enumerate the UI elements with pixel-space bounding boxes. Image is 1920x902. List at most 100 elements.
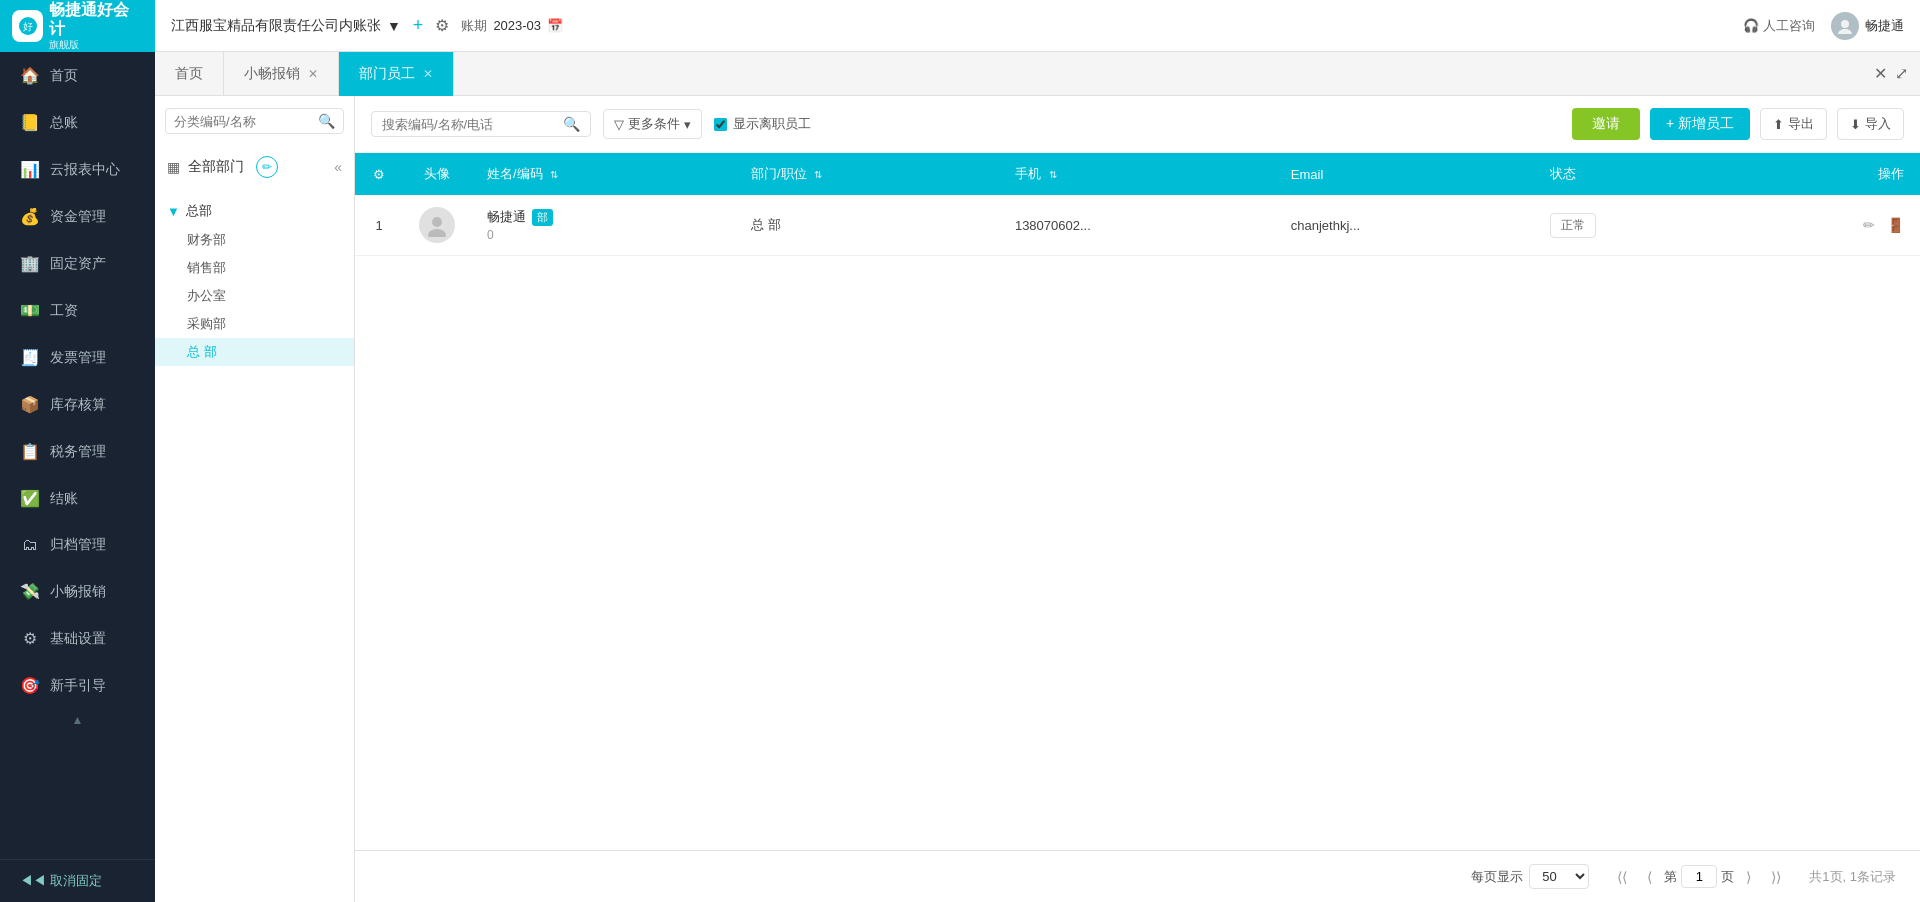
logout-icon[interactable]: 🚪 [1887, 217, 1904, 233]
sidebar-item-ledger-label: 总账 [50, 114, 78, 132]
guide-icon: 🎯 [20, 676, 40, 695]
inventory-icon: 📦 [20, 395, 40, 414]
logo-icon: 好 [12, 10, 43, 42]
main: 江西服宝精品有限责任公司内账张 ▼ + ⚙ 账期 2023-03 📅 🎧 人工咨… [155, 0, 1920, 902]
support-button[interactable]: 🎧 人工咨询 [1743, 17, 1815, 35]
phone-sort-icon: ⇅ [1049, 169, 1057, 180]
sidebar-item-expense-label: 小畅报销 [50, 583, 106, 601]
first-page-button[interactable]: ⟨⟨ [1609, 866, 1635, 888]
action-icons: ✏ 🚪 [1749, 217, 1904, 233]
sidebar-item-assets[interactable]: 🏢 固定资产 [0, 240, 155, 287]
dept-search-box[interactable]: 🔍 [165, 108, 344, 134]
sidebar-item-payroll[interactable]: 💵 工资 [0, 287, 155, 334]
col-gear[interactable]: ⚙ [355, 153, 403, 195]
employee-search-input[interactable] [382, 117, 557, 132]
employee-code: 0 [487, 228, 719, 242]
expense-icon: 💸 [20, 582, 40, 601]
sidebar-item-funds[interactable]: 💰 资金管理 [0, 193, 155, 240]
employee-name: 畅捷通 部 [487, 208, 719, 226]
invite-button[interactable]: 邀请 [1572, 108, 1640, 140]
last-page-button[interactable]: ⟩⟩ [1763, 866, 1789, 888]
company-name: 江西服宝精品有限责任公司内账张 [171, 17, 381, 35]
tab-employee-close[interactable]: ✕ [423, 67, 433, 81]
grid-icon: ▦ [167, 159, 180, 175]
sidebar-item-settlement[interactable]: ✅ 结账 [0, 475, 155, 522]
show-resigned-checkbox[interactable]: 显示离职员工 [714, 115, 811, 133]
tabs-close-button[interactable]: ✕ [1874, 64, 1887, 83]
dept-child-finance[interactable]: 财务部 [155, 226, 354, 254]
dept-child-purchase[interactable]: 采购部 [155, 310, 354, 338]
topbar-settings-icon[interactable]: ⚙ [435, 16, 449, 35]
per-page-select[interactable]: 10 20 50 100 [1529, 864, 1589, 889]
page-input[interactable] [1681, 865, 1717, 888]
filter-button[interactable]: ▽ 更多条件 ▾ [603, 109, 702, 139]
sidebar-item-home[interactable]: 🏠 首页 [0, 52, 155, 99]
col-status: 状态 [1534, 153, 1733, 195]
sidebar-item-settings[interactable]: ⚙ 基础设置 [0, 615, 155, 662]
employee-table: ⚙ 头像 姓名/编码 ⇅ 部门/职位 ⇅ [355, 153, 1920, 256]
page-total: 共1页, 1条记录 [1809, 868, 1896, 886]
add-company-button[interactable]: + [413, 15, 424, 36]
dept-child-sales[interactable]: 销售部 [155, 254, 354, 282]
dept-collapse-icon[interactable]: « [334, 159, 342, 175]
col-dept[interactable]: 部门/职位 ⇅ [735, 153, 999, 195]
export-button[interactable]: ⬆ 导出 [1760, 108, 1827, 140]
name-sort-icon: ⇅ [550, 169, 558, 180]
sidebar-item-settlement-label: 结账 [50, 490, 78, 508]
tab-employee[interactable]: 部门员工 ✕ [339, 52, 454, 96]
dept-edit-icon[interactable]: ✏ [256, 156, 278, 178]
row-dept: 总 部 [735, 195, 999, 256]
import-button[interactable]: ⬇ 导入 [1837, 108, 1904, 140]
logo-trial: 旗舰版 [49, 38, 143, 52]
sidebar-item-expense[interactable]: 💸 小畅报销 [0, 568, 155, 615]
dept-search-icon: 🔍 [318, 113, 335, 129]
invoice-icon: 🧾 [20, 348, 40, 367]
employee-search-icon[interactable]: 🔍 [563, 116, 580, 132]
prev-page-button[interactable]: ⟨ [1639, 866, 1660, 888]
username: 畅捷通 [1865, 17, 1904, 35]
dept-child-office[interactable]: 办公室 [155, 282, 354, 310]
cancel-fixed-label: ◀◀ 取消固定 [20, 872, 102, 890]
tab-home-label: 首页 [175, 65, 203, 83]
sidebar-item-ledger[interactable]: 📒 总账 [0, 99, 155, 146]
tabs-expand-button[interactable]: ⤢ [1895, 64, 1908, 83]
user-menu[interactable]: 畅捷通 [1831, 12, 1904, 40]
col-actions: 操作 [1733, 153, 1920, 195]
sidebar-item-reports[interactable]: 📊 云报表中心 [0, 146, 155, 193]
dept-search-input[interactable] [174, 114, 312, 129]
calendar-icon[interactable]: 📅 [547, 18, 563, 33]
company-selector[interactable]: 江西服宝精品有限责任公司内账张 ▼ [171, 17, 401, 35]
tab-expense-close[interactable]: ✕ [308, 67, 318, 81]
row-avatar [403, 195, 471, 256]
logo-name: 畅捷通好会计 [49, 0, 143, 38]
edit-icon[interactable]: ✏ [1863, 217, 1875, 233]
logo-area: 好 畅捷通好会计 旗舰版 [0, 0, 155, 52]
toolbar-right: 邀请 + 新增员工 ⬆ 导出 ⬇ 导入 [1572, 108, 1904, 140]
tab-expense-label: 小畅报销 [244, 65, 300, 83]
sidebar-item-guide[interactable]: 🎯 新手引导 [0, 662, 155, 709]
add-employee-button[interactable]: + 新增员工 [1650, 108, 1750, 140]
dept-child-general[interactable]: 总 部 [155, 338, 354, 366]
topbar-right: 🎧 人工咨询 畅捷通 [1743, 12, 1904, 40]
cancel-fixed-button[interactable]: ◀◀ 取消固定 [0, 859, 155, 902]
col-name[interactable]: 姓名/编码 ⇅ [471, 153, 735, 195]
dept-all-button[interactable]: ▦ 全部部门 ✏ « [155, 150, 354, 184]
tab-home[interactable]: 首页 [155, 52, 224, 96]
sidebar-item-tax[interactable]: 📋 税务管理 [0, 428, 155, 475]
dropdown-icon: ▼ [387, 18, 401, 34]
employee-search-box[interactable]: 🔍 [371, 111, 591, 137]
next-page-button[interactable]: ⟩ [1738, 866, 1759, 888]
headset-icon: 🎧 [1743, 18, 1759, 33]
sidebar-item-archive[interactable]: 🗂 归档管理 [0, 522, 155, 568]
sidebar-item-inventory[interactable]: 📦 库存核算 [0, 381, 155, 428]
dept-sort-icon: ⇅ [814, 169, 822, 180]
sidebar-item-invoice[interactable]: 🧾 发票管理 [0, 334, 155, 381]
row-email: chanjethkj... [1275, 195, 1534, 256]
row-index: 1 [355, 195, 403, 256]
dept-group-header-main[interactable]: ▼ 总部 [155, 196, 354, 226]
col-avatar: 头像 [403, 153, 471, 195]
tab-expense[interactable]: 小畅报销 ✕ [224, 52, 339, 96]
show-resigned-input[interactable] [714, 118, 727, 131]
tax-icon: 📋 [20, 442, 40, 461]
col-phone[interactable]: 手机 ⇅ [999, 153, 1275, 195]
